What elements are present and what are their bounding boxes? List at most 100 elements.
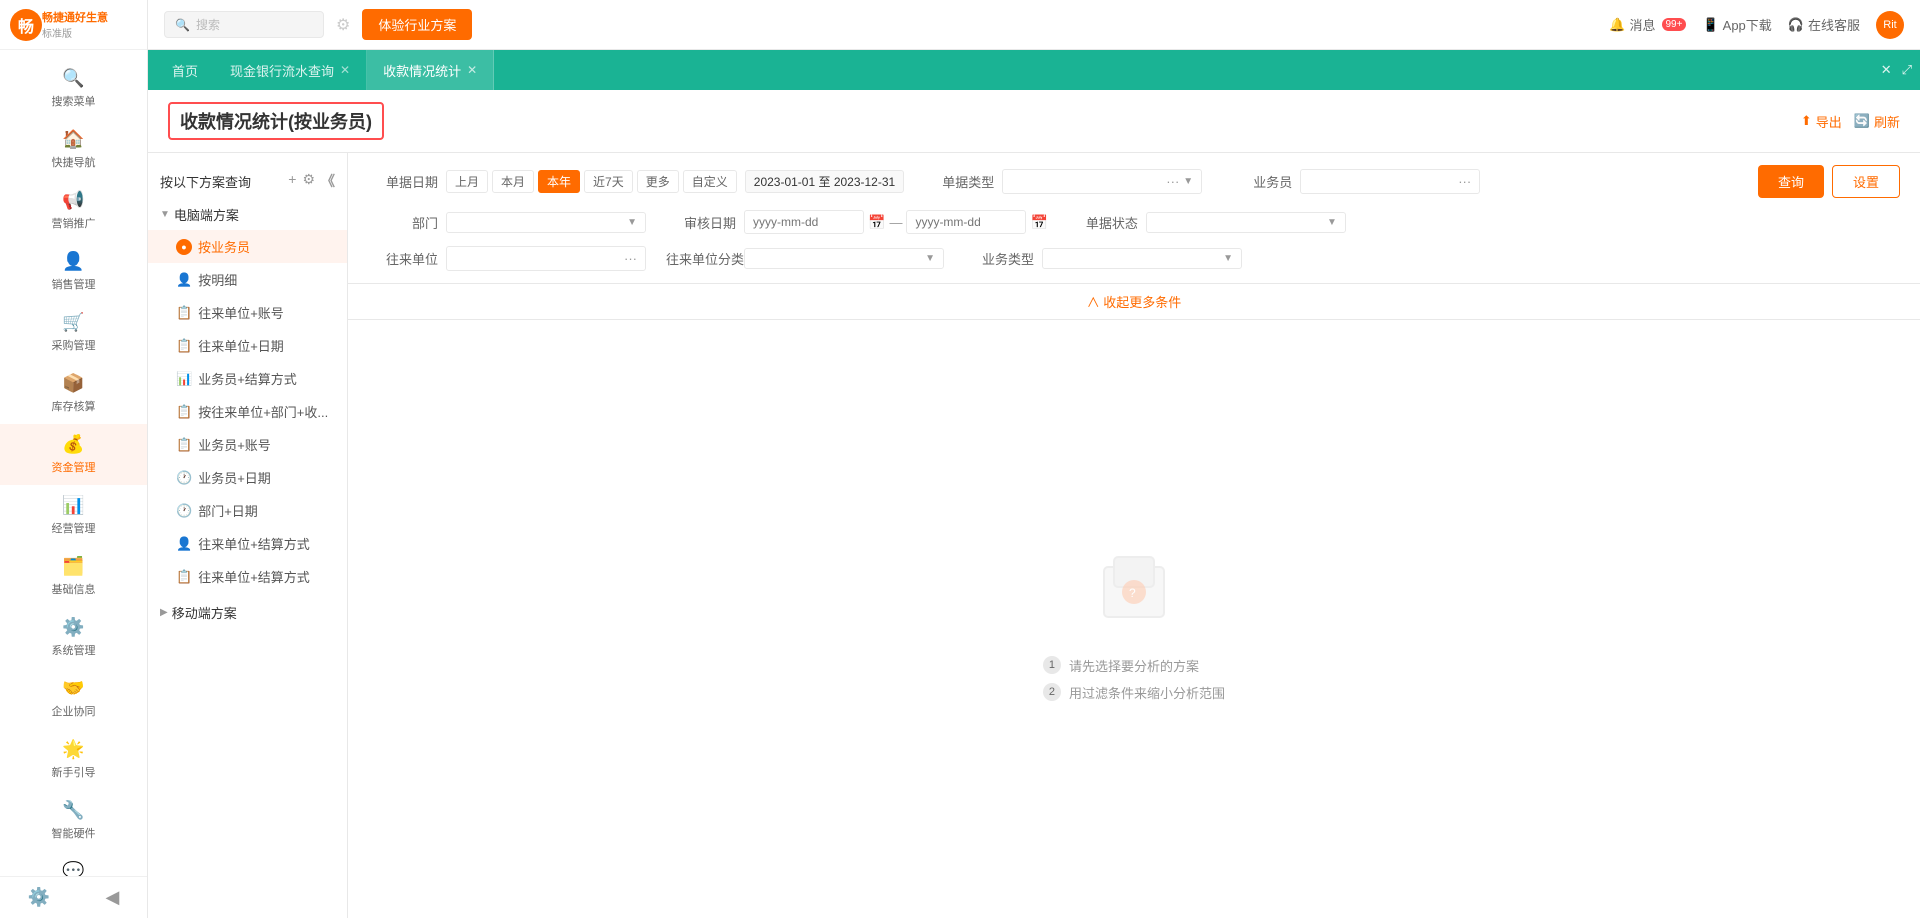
scheme-item-dept-date[interactable]: 🕐 部门+日期 xyxy=(148,494,347,527)
scheme-item-salesperson-account[interactable]: 📋 业务员+账号 xyxy=(148,428,347,461)
scheme-item-label-unit-account: 往来单位+账号 xyxy=(198,303,284,322)
sidebar-item-quicknav[interactable]: 🏠 快捷导航 xyxy=(0,119,147,180)
filter-actions-row1: 查询 设置 xyxy=(1758,165,1900,198)
export-icon: ⬆ xyxy=(1801,113,1812,129)
review-date-from-input[interactable] xyxy=(744,210,864,234)
tab-collection-stats-close[interactable]: ✕ xyxy=(467,63,477,77)
collapse-panel-icon[interactable]: 《 xyxy=(321,171,335,191)
scheme-item-unit-method1[interactable]: 👤 往来单位+结算方式 xyxy=(148,527,347,560)
mobile-group-header[interactable]: ▶ 移动端方案 xyxy=(148,597,347,628)
sidebar-item-wechat[interactable]: 💬 企业微信 xyxy=(0,851,147,876)
counterpart-type-select[interactable]: ▼ xyxy=(744,248,944,269)
empty-hint-1: 1 请先选择要分析的方案 xyxy=(1043,656,1225,675)
counterpart-select[interactable]: ··· xyxy=(446,246,646,271)
filter-row-2: 部门 ▼ 审核日期 📅 — xyxy=(368,210,1900,234)
logo-text-area: 畅捷通好生意 标准版 xyxy=(42,9,108,40)
salesperson-account-icon: 📋 xyxy=(176,437,192,453)
scheme-item-label-unit-method2: 往来单位+结算方式 xyxy=(198,567,310,586)
date-btn-more[interactable]: 更多 xyxy=(637,170,679,193)
business-type-label: 业务类型 xyxy=(964,249,1034,268)
date-range-display[interactable]: 2023-01-01 至 2023-12-31 xyxy=(745,170,904,193)
user-avatar[interactable]: Rit xyxy=(1876,11,1904,39)
dept-arrow-icon: ▼ xyxy=(627,217,637,228)
sidebar-item-marketing[interactable]: 📢 营销推广 xyxy=(0,180,147,241)
search-placeholder: 搜索 xyxy=(196,16,220,33)
scheme-settings-icon[interactable]: ⚙ xyxy=(302,171,315,191)
sidebar-item-basic[interactable]: 🗂️ 基础信息 xyxy=(0,546,147,607)
bell-icon: 🔔 xyxy=(1609,17,1625,33)
online-service-button[interactable]: 🎧 在线客服 xyxy=(1788,15,1860,34)
sidebar-nav: 🔍 搜索菜单 🏠 快捷导航 📢 营销推广 👤 销售管理 🛒 采购管理 📦 库存核… xyxy=(0,50,147,876)
scheme-item-by-salesperson[interactable]: ● 按业务员 xyxy=(148,230,347,263)
scheme-item-salesperson-date[interactable]: 🕐 业务员+日期 xyxy=(148,461,347,494)
doc-type-arrow-icon: ▼ xyxy=(1183,176,1193,187)
sidebar-item-search[interactable]: 🔍 搜索菜单 xyxy=(0,58,147,119)
wrench-icon: 🔧 xyxy=(62,800,84,821)
topbar-search-box[interactable]: 🔍 搜索 xyxy=(164,11,324,38)
doc-type-select[interactable]: ··· ▼ xyxy=(1002,169,1202,194)
dept-date-icon: 🕐 xyxy=(176,503,192,519)
scheme-item-unit-method2[interactable]: 📋 往来单位+结算方式 xyxy=(148,560,347,593)
date-btn-custom[interactable]: 自定义 xyxy=(683,170,737,193)
chart-icon: 📊 xyxy=(62,495,84,516)
doc-status-select[interactable]: ▼ xyxy=(1146,212,1346,233)
chat-icon: 💬 xyxy=(62,861,84,876)
date-btn-7days[interactable]: 近7天 xyxy=(584,170,633,193)
calendar-from-icon: 📅 xyxy=(868,214,885,231)
tabbar-right: ✕ ⤢ xyxy=(1881,62,1912,78)
collapse-more-bar[interactable]: ∧ 收起更多条件 xyxy=(348,284,1920,320)
tab-collection-stats[interactable]: 收款情况统计 ✕ xyxy=(367,50,494,90)
salesperson-select[interactable]: ··· xyxy=(1300,169,1480,194)
collapse-sidebar-icon[interactable]: ◀ xyxy=(105,887,119,908)
setting-button[interactable]: 设置 xyxy=(1832,165,1900,198)
sidebar-label-finance: 资金管理 xyxy=(52,459,96,475)
review-date-to-input[interactable] xyxy=(906,210,1026,234)
sidebar-item-enterprise[interactable]: 🤝 企业协同 xyxy=(0,668,147,729)
sidebar-item-finance[interactable]: 💰 资金管理 xyxy=(0,424,147,485)
date-btn-this-year[interactable]: 本年 xyxy=(538,170,580,193)
scheme-item-mingxi[interactable]: 👤 按明细 xyxy=(148,263,347,296)
scheme-item-unit-dept-collect[interactable]: 📋 按往来单位+部门+收... xyxy=(148,395,347,428)
add-scheme-icon[interactable]: + xyxy=(288,171,296,191)
date-btn-this-month[interactable]: 本月 xyxy=(492,170,534,193)
topbar-left: 🔍 搜索 ⚙ 体验行业方案 xyxy=(164,9,472,40)
doc-type-label: 单据类型 xyxy=(924,172,994,191)
date-btn-last-month[interactable]: 上月 xyxy=(446,170,488,193)
scheme-item-label-unit-method1: 往来单位+结算方式 xyxy=(198,534,310,553)
scheme-item-unit-date[interactable]: 📋 往来单位+日期 xyxy=(148,329,347,362)
sidebar-item-operation[interactable]: 📊 经营管理 xyxy=(0,485,147,546)
tab-close-all-icon[interactable]: ✕ xyxy=(1881,62,1892,78)
business-type-filter-item: 业务类型 ▼ xyxy=(964,248,1242,269)
sidebar-item-hardware[interactable]: 🔧 智能硬件 xyxy=(0,790,147,851)
tab-expand-icon[interactable]: ⤢ xyxy=(1902,62,1912,78)
review-date-filter-item: 审核日期 📅 — 📅 xyxy=(666,210,1048,234)
query-button[interactable]: 查询 xyxy=(1758,165,1824,198)
user-initials: Rit xyxy=(1883,19,1896,31)
dept-select[interactable]: ▼ xyxy=(446,212,646,233)
sidebar-item-purchase[interactable]: 🛒 采购管理 xyxy=(0,302,147,363)
tab-home[interactable]: 首页 xyxy=(156,50,214,90)
sidebar-item-inventory[interactable]: 📦 库存核算 xyxy=(0,363,147,424)
desktop-group-header[interactable]: ▼ 电脑端方案 xyxy=(148,199,347,230)
sidebar-item-guide[interactable]: 🌟 新手引导 xyxy=(0,729,147,790)
salesperson-date-icon: 🕐 xyxy=(176,470,192,486)
export-button[interactable]: ⬆ 导出 xyxy=(1801,112,1842,131)
settings-bottom-icon[interactable]: ⚙️ xyxy=(28,887,50,908)
tab-bank-flow[interactable]: 现金银行流水查询 ✕ xyxy=(214,50,367,90)
unit-date-icon: 📋 xyxy=(176,338,192,354)
trial-button[interactable]: 体验行业方案 xyxy=(362,9,472,40)
refresh-button[interactable]: 🔄 刷新 xyxy=(1854,112,1900,131)
headset-icon: 🎧 xyxy=(1788,17,1804,33)
sidebar-item-system[interactable]: ⚙️ 系统管理 xyxy=(0,607,147,668)
scheme-item-salesperson-method[interactable]: 📊 业务员+结算方式 xyxy=(148,362,347,395)
sidebar-item-sales[interactable]: 👤 销售管理 xyxy=(0,241,147,302)
sidebar-label-search: 搜索菜单 xyxy=(52,93,96,109)
app-download-button[interactable]: 📱 App下载 xyxy=(1702,15,1771,34)
logo-badge: 标准版 xyxy=(42,25,108,40)
message-button[interactable]: 🔔 消息 99+ xyxy=(1609,15,1686,34)
page-title-box: 收款情况统计(按业务员) xyxy=(168,102,384,140)
scheme-item-unit-account[interactable]: 📋 往来单位+账号 xyxy=(148,296,347,329)
tab-bank-flow-close[interactable]: ✕ xyxy=(340,63,350,77)
salesperson-method-icon: 📊 xyxy=(176,371,192,387)
business-type-select[interactable]: ▼ xyxy=(1042,248,1242,269)
